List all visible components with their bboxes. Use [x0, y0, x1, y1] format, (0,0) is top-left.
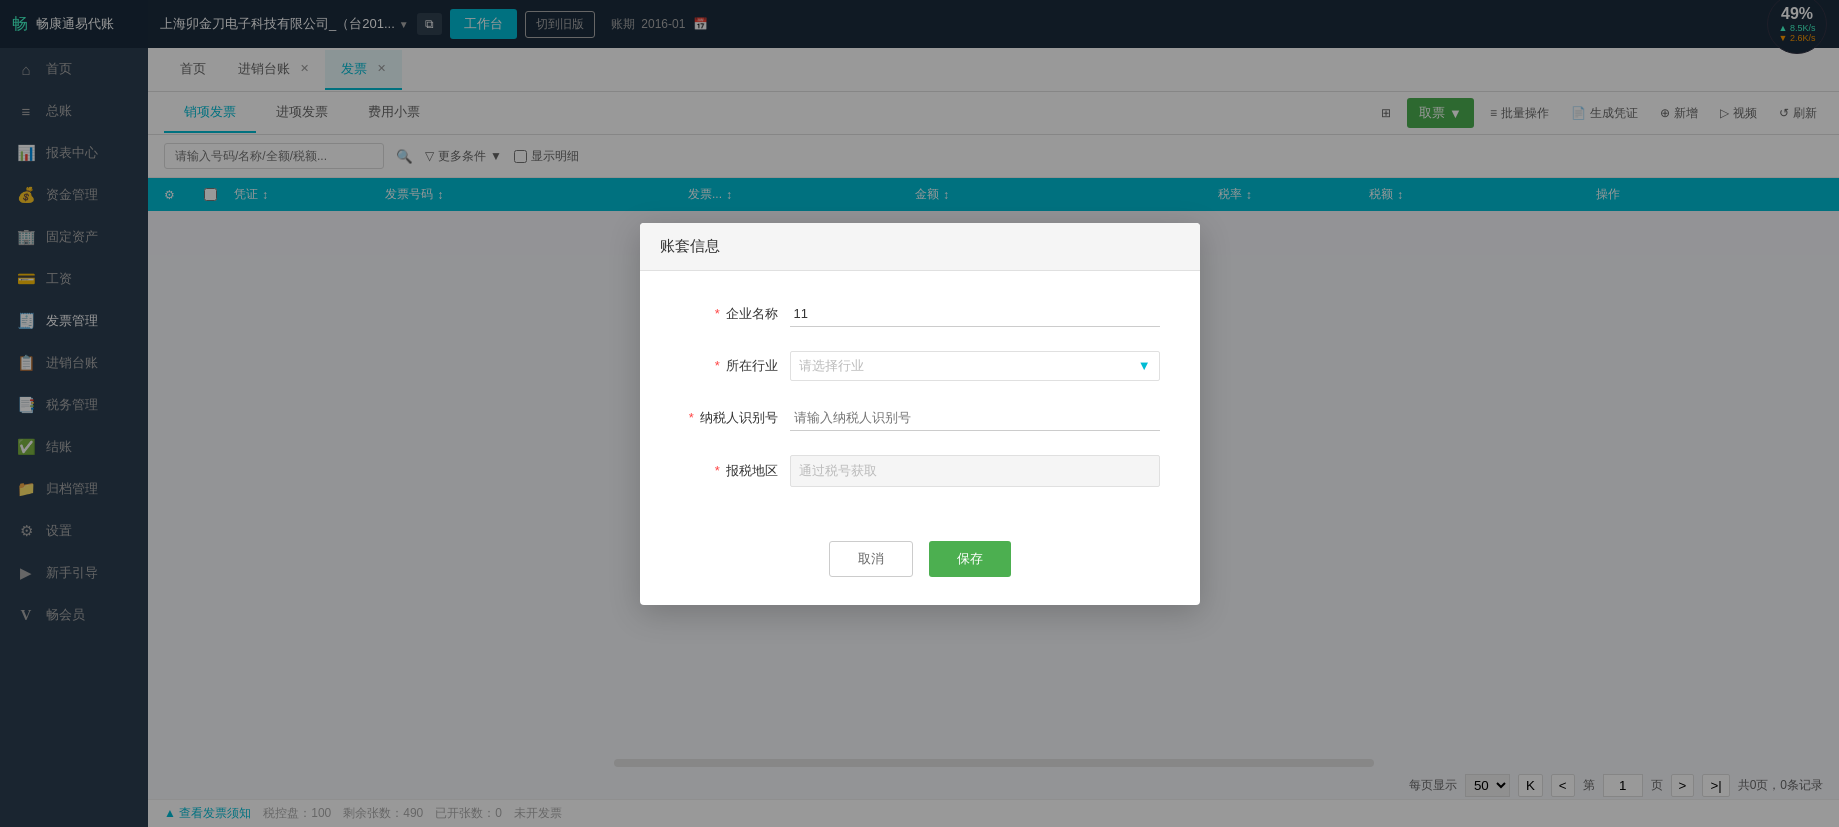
- company-name-label: * 企业名称: [680, 305, 790, 323]
- industry-row: * 所在行业 请选择行业 ▼: [680, 351, 1160, 381]
- select-dropdown-icon: ▼: [1138, 358, 1151, 373]
- modal-footer: 取消 保存: [640, 531, 1200, 605]
- industry-label: * 所在行业: [680, 357, 790, 375]
- industry-select[interactable]: 请选择行业 ▼: [790, 351, 1160, 381]
- tax-id-row: * 纳税人识别号: [680, 405, 1160, 431]
- tax-region-row: * 报税地区 通过税号获取: [680, 455, 1160, 487]
- cancel-button[interactable]: 取消: [829, 541, 913, 577]
- tax-region-label: * 报税地区: [680, 462, 790, 480]
- modal-title: 账套信息: [640, 223, 1200, 271]
- company-name-row: * 企业名称: [680, 301, 1160, 327]
- tax-region-readonly: 通过税号获取: [790, 455, 1160, 487]
- modal-body: * 企业名称 * 所在行业 请选择行业 ▼ * 纳税人识别号: [640, 271, 1200, 531]
- account-info-modal: 账套信息 * 企业名称 * 所在行业 请选择行业 ▼ * 纳税人识别: [640, 223, 1200, 605]
- save-button[interactable]: 保存: [929, 541, 1011, 577]
- company-name-input[interactable]: [790, 301, 1160, 327]
- tax-id-label: * 纳税人识别号: [680, 409, 790, 427]
- tax-id-input[interactable]: [790, 405, 1160, 431]
